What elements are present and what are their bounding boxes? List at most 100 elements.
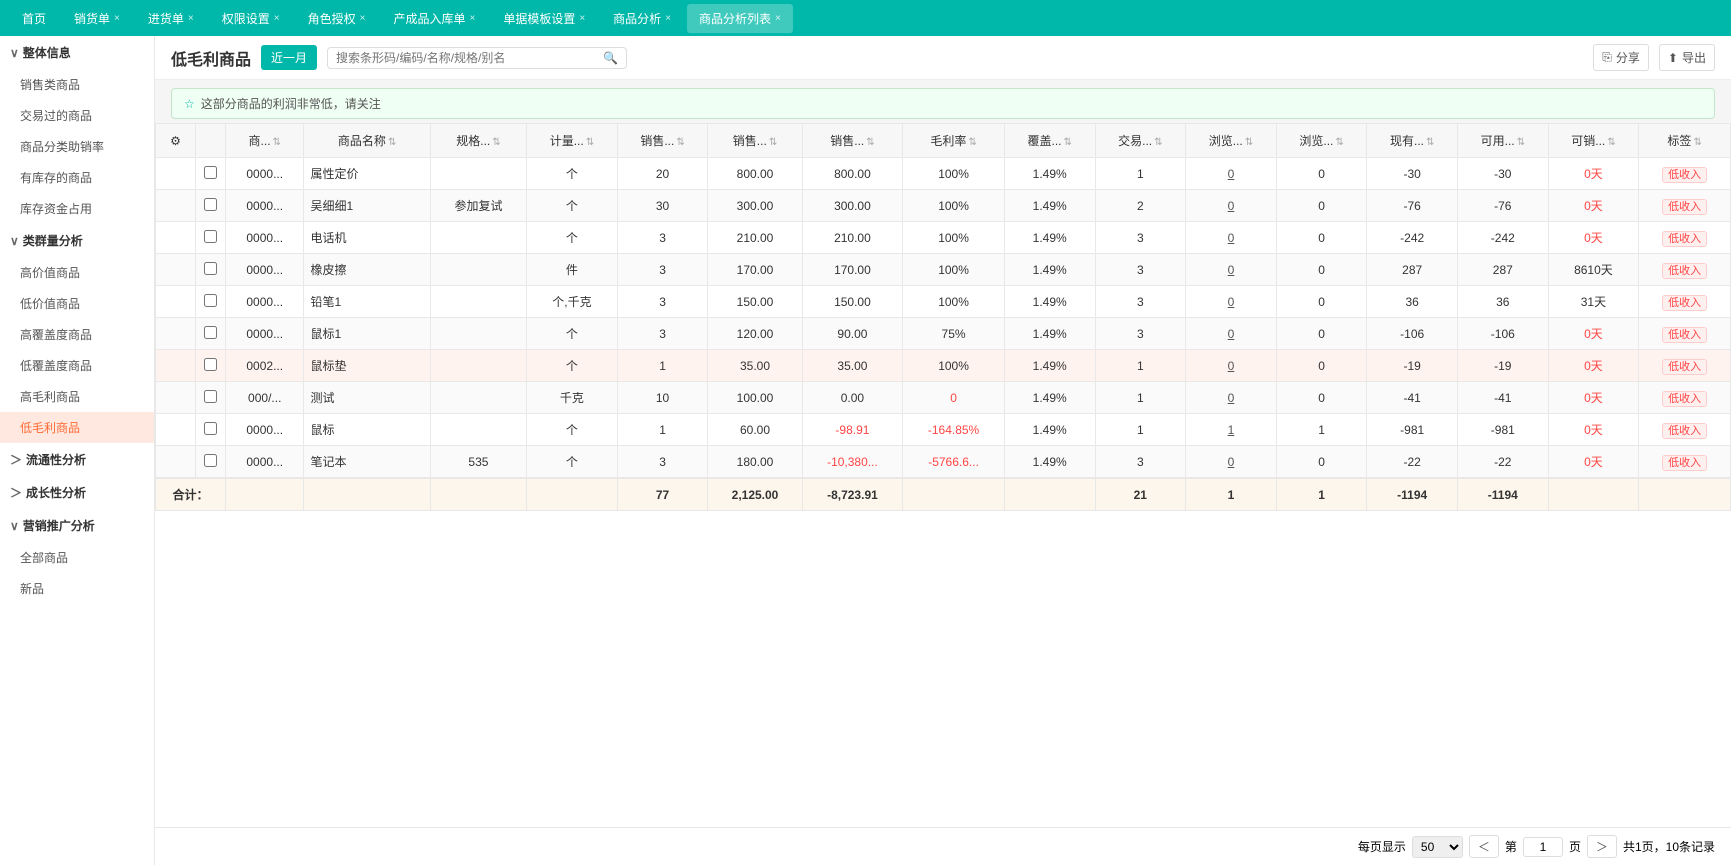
nav-close-purchase-order[interactable]: × bbox=[188, 13, 194, 24]
row-checkbox[interactable] bbox=[204, 294, 217, 307]
time-filter-button[interactable]: 近一月 bbox=[261, 45, 317, 70]
sidebar-item-high-margin[interactable]: 高毛利商品 bbox=[0, 381, 154, 412]
nav-close-product-analysis-list[interactable]: × bbox=[775, 13, 781, 24]
prev-page-button[interactable]: ＜ bbox=[1469, 835, 1499, 858]
cell-browse1[interactable]: 0 bbox=[1186, 158, 1277, 190]
search-icon[interactable]: 🔍 bbox=[603, 51, 618, 65]
cell-browse1[interactable]: 0 bbox=[1186, 318, 1277, 350]
page-number-input[interactable] bbox=[1523, 837, 1563, 857]
cell-browse1[interactable]: 0 bbox=[1186, 350, 1277, 382]
sidebar-group-growth[interactable]: ＞ 成长性分析 bbox=[0, 476, 154, 509]
nav-close-permission-settings[interactable]: × bbox=[274, 13, 280, 24]
share-button[interactable]: ⎘ 分享 bbox=[1593, 44, 1649, 71]
cell-sales-qty: 3 bbox=[617, 286, 708, 318]
cell-checkbox[interactable] bbox=[196, 190, 226, 222]
th-settings[interactable]: ⚙ bbox=[156, 124, 196, 158]
nav-close-role-auth[interactable]: × bbox=[360, 13, 366, 24]
sidebar-item-category-rate[interactable]: 商品分类助销率 bbox=[0, 131, 154, 162]
cell-code: 0002... bbox=[226, 350, 304, 382]
sidebar-item-low-value[interactable]: 低价值商品 bbox=[0, 288, 154, 319]
cell-sales-amount: 0.00 bbox=[802, 382, 903, 414]
cell-browse1[interactable]: 1 bbox=[1186, 414, 1277, 446]
sidebar-item-high-coverage[interactable]: 高覆盖度商品 bbox=[0, 319, 154, 350]
th-current-stock[interactable]: 现有...⇅ bbox=[1367, 124, 1458, 158]
row-checkbox[interactable] bbox=[204, 230, 217, 243]
cell-browse1[interactable]: 0 bbox=[1186, 446, 1277, 479]
row-checkbox[interactable] bbox=[204, 390, 217, 403]
row-checkbox[interactable] bbox=[204, 454, 217, 467]
th-coverage[interactable]: 覆盖...⇅ bbox=[1004, 124, 1095, 158]
nav-product-analysis[interactable]: 商品分析 × bbox=[601, 4, 683, 33]
cell-checkbox[interactable] bbox=[196, 446, 226, 479]
sidebar-item-traded-goods[interactable]: 交易过的商品 bbox=[0, 100, 154, 131]
cell-checkbox[interactable] bbox=[196, 414, 226, 446]
row-checkbox[interactable] bbox=[204, 422, 217, 435]
nav-template-settings[interactable]: 单据模板设置 × bbox=[491, 4, 597, 33]
sidebar-item-low-coverage[interactable]: 低覆盖度商品 bbox=[0, 350, 154, 381]
sidebar-group-liquidity[interactable]: ＞ 流通性分析 bbox=[0, 443, 154, 476]
sidebar-group-marketing[interactable]: ∨ 营销推广分析 bbox=[0, 509, 154, 542]
sidebar-item-stocked-goods[interactable]: 有库存的商品 bbox=[0, 162, 154, 193]
nav-sales-order[interactable]: 销货单 × bbox=[62, 4, 132, 33]
th-unit[interactable]: 计量...⇅ bbox=[527, 124, 618, 158]
row-checkbox[interactable] bbox=[204, 166, 217, 179]
cell-browse1[interactable]: 0 bbox=[1186, 254, 1277, 286]
cell-checkbox[interactable] bbox=[196, 318, 226, 350]
th-sales-amount[interactable]: 销售...⇅ bbox=[802, 124, 903, 158]
nav-close-product-analysis[interactable]: × bbox=[665, 13, 671, 24]
table-container[interactable]: ⚙ 商...⇅ 商品名称⇅ 规格...⇅ 计量...⇅ 销售...⇅ 销售...… bbox=[155, 123, 1731, 827]
nav-close-sales-order[interactable]: × bbox=[114, 13, 120, 24]
cell-saleable: 8610天 bbox=[1548, 254, 1639, 286]
cell-settings bbox=[156, 350, 196, 382]
sidebar-group-overall[interactable]: ∨ 整体信息 bbox=[0, 36, 154, 69]
page-size-select[interactable]: 50 100 200 bbox=[1412, 836, 1463, 858]
nav-home[interactable]: 首页 bbox=[10, 4, 58, 33]
sidebar-item-low-margin[interactable]: 低毛利商品 bbox=[0, 412, 154, 443]
nav-product-entry[interactable]: 产成品入库单 × bbox=[381, 4, 487, 33]
cell-checkbox[interactable] bbox=[196, 222, 226, 254]
sidebar-item-sales-goods[interactable]: 销售类商品 bbox=[0, 69, 154, 100]
cell-checkbox[interactable] bbox=[196, 382, 226, 414]
th-tag[interactable]: 标签⇅ bbox=[1639, 124, 1731, 158]
th-gross-margin[interactable]: 毛利率⇅ bbox=[903, 124, 1005, 158]
nav-close-product-entry[interactable]: × bbox=[469, 13, 475, 24]
th-code[interactable]: 商...⇅ bbox=[226, 124, 304, 158]
cell-browse1[interactable]: 0 bbox=[1186, 286, 1277, 318]
sidebar-item-inventory-capital[interactable]: 库存资金占用 bbox=[0, 193, 154, 224]
search-input[interactable] bbox=[336, 51, 603, 65]
th-spec[interactable]: 规格...⇅ bbox=[430, 124, 526, 158]
th-saleable[interactable]: 可销...⇅ bbox=[1548, 124, 1639, 158]
nav-close-template-settings[interactable]: × bbox=[579, 13, 585, 24]
th-name[interactable]: 商品名称⇅ bbox=[304, 124, 430, 158]
row-checkbox[interactable] bbox=[204, 262, 217, 275]
nav-role-auth[interactable]: 角色授权 × bbox=[296, 4, 378, 33]
nav-permission-settings[interactable]: 权限设置 × bbox=[210, 4, 292, 33]
sidebar-group-cluster[interactable]: ∨ 类群量分析 bbox=[0, 224, 154, 257]
row-checkbox[interactable] bbox=[204, 326, 217, 339]
row-checkbox[interactable] bbox=[204, 358, 217, 371]
th-browse2[interactable]: 浏览...⇅ bbox=[1276, 124, 1367, 158]
cell-browse1[interactable]: 0 bbox=[1186, 190, 1277, 222]
cell-checkbox[interactable] bbox=[196, 254, 226, 286]
cell-checkbox[interactable] bbox=[196, 158, 226, 190]
th-browse1[interactable]: 浏览...⇅ bbox=[1186, 124, 1277, 158]
sidebar-item-new-goods[interactable]: 新品 bbox=[0, 573, 154, 604]
next-page-button[interactable]: ＞ bbox=[1587, 835, 1617, 858]
export-button[interactable]: ⬆ 导出 bbox=[1659, 44, 1715, 71]
sidebar-item-all-goods[interactable]: 全部商品 bbox=[0, 542, 154, 573]
cell-checkbox[interactable] bbox=[196, 350, 226, 382]
row-checkbox[interactable] bbox=[204, 198, 217, 211]
th-sales-qty[interactable]: 销售...⇅ bbox=[617, 124, 708, 158]
nav-purchase-order[interactable]: 进货单 × bbox=[136, 4, 206, 33]
nav-product-analysis-list[interactable]: 商品分析列表 × bbox=[687, 4, 793, 33]
cell-gross-margin: 100% bbox=[903, 158, 1005, 190]
cell-browse1[interactable]: 0 bbox=[1186, 382, 1277, 414]
cell-checkbox[interactable] bbox=[196, 286, 226, 318]
cell-browse1[interactable]: 0 bbox=[1186, 222, 1277, 254]
cell-saleable: 0天 bbox=[1548, 446, 1639, 479]
sidebar-item-high-value[interactable]: 高价值商品 bbox=[0, 257, 154, 288]
cell-spec bbox=[430, 222, 526, 254]
th-trade[interactable]: 交易...⇅ bbox=[1095, 124, 1186, 158]
th-available[interactable]: 可用...⇅ bbox=[1458, 124, 1549, 158]
th-sales-price[interactable]: 销售...⇅ bbox=[708, 124, 802, 158]
